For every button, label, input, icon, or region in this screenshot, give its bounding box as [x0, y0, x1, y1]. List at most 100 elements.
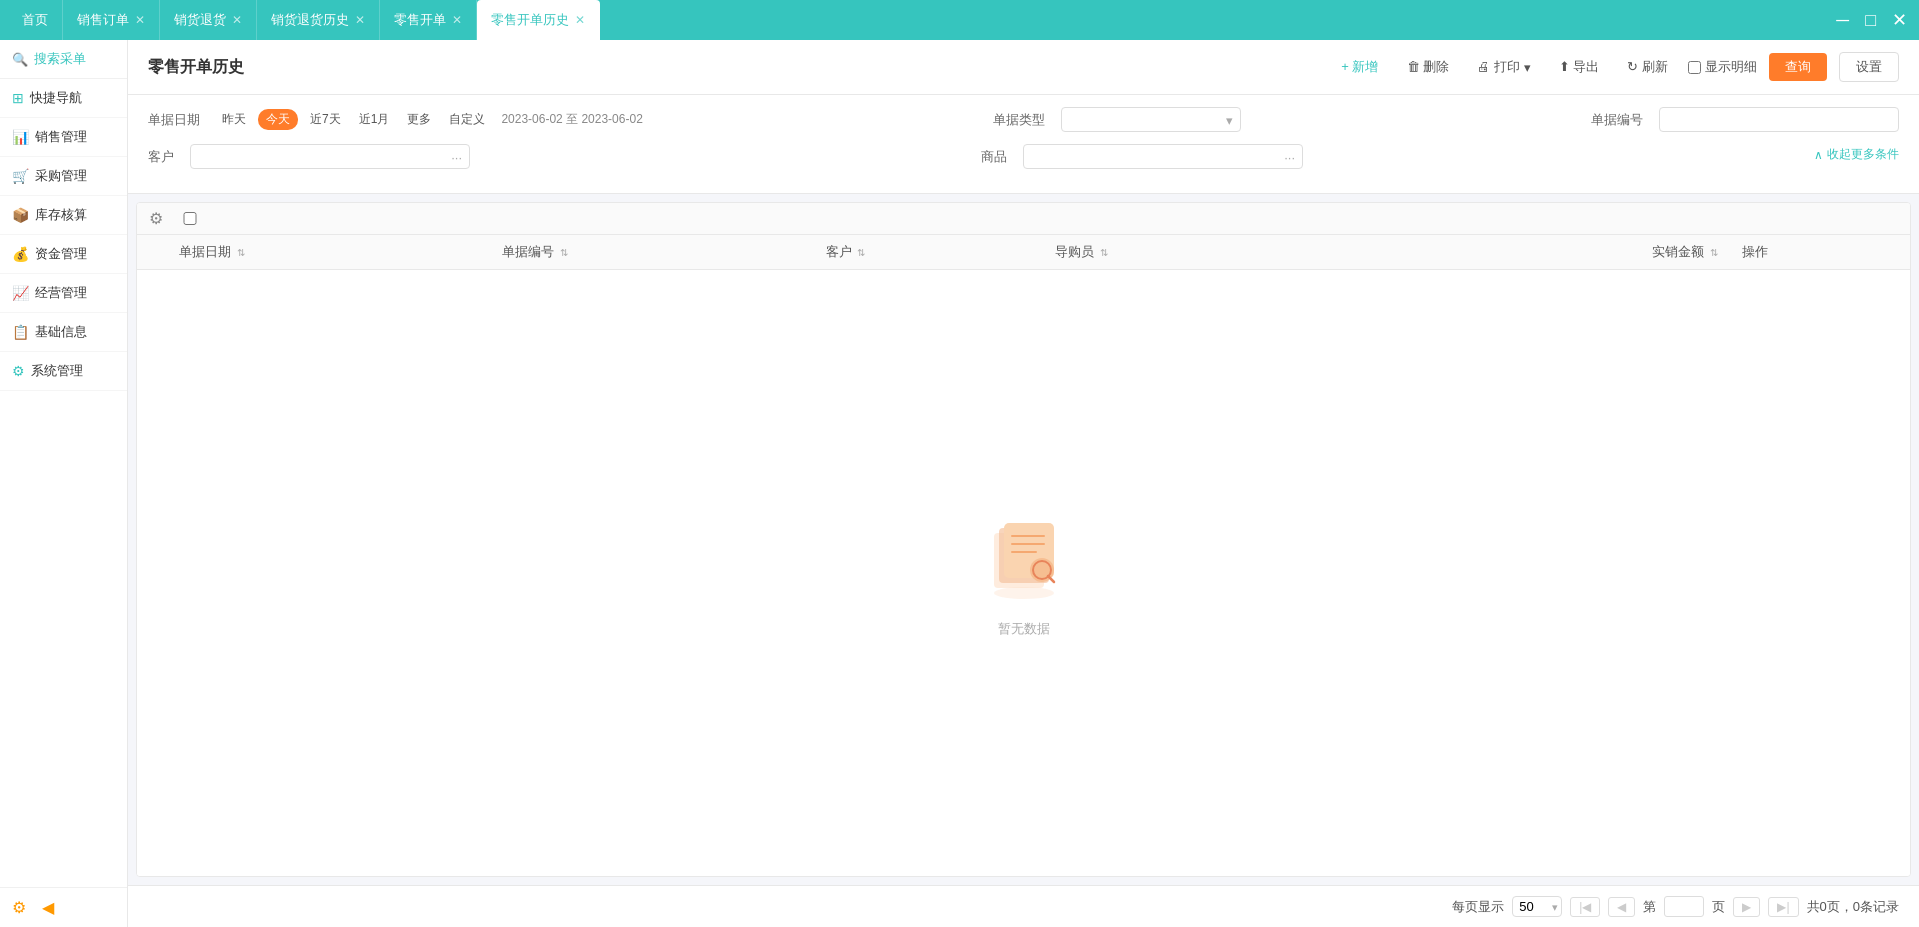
filter-area: 单据日期 昨天 今天 近7天 近1月 更多 自定义 2023-06-02 至 2… [128, 95, 1919, 194]
next-page-button[interactable]: ▶ [1733, 897, 1760, 917]
th-spacer [1320, 235, 1407, 270]
table-header: 单据日期 ⇅ 单据编号 ⇅ 客户 ⇅ [137, 235, 1910, 270]
date-option-last7[interactable]: 近7天 [304, 109, 347, 130]
page-unit: 页 [1712, 898, 1725, 916]
sort-guide-icon: ⇅ [1100, 247, 1108, 258]
window-controls: ─ □ ✕ [1832, 9, 1911, 31]
th-guide[interactable]: 导购员 ⇅ [1043, 235, 1319, 270]
close-tab-sales-return-history[interactable]: ✕ [355, 13, 365, 27]
date-option-more[interactable]: 更多 [401, 109, 437, 130]
content-area: 零售开单历史 + 新增 🗑 删除 🖨 打印 ▾ ⬆ 导出 [128, 40, 1919, 927]
sidebar-item-purchase-mgmt[interactable]: 🛒 采购管理 [0, 157, 127, 196]
data-table: 单据日期 ⇅ 单据编号 ⇅ 客户 ⇅ [137, 235, 1910, 270]
sidebar-item-quick-nav[interactable]: ⊞ 快捷导航 [0, 79, 127, 118]
sidebar-item-basic-info[interactable]: 📋 基础信息 [0, 313, 127, 352]
sidebar-bottom: ⚙ ◀ [0, 887, 127, 927]
th-date[interactable]: 单据日期 ⇅ [167, 235, 490, 270]
close-tab-sales-order[interactable]: ✕ [135, 13, 145, 27]
date-option-today[interactable]: 今天 [258, 109, 298, 130]
filter-row-2: 客户 ··· 商品 ··· ∧ 收起更多条件 [148, 142, 1899, 171]
sidebar-item-finance[interactable]: 💰 资金管理 [0, 235, 127, 274]
close-tab-sales-return[interactable]: ✕ [232, 13, 242, 27]
page-number-input[interactable]: 1 [1664, 896, 1704, 917]
goods-dots-icon[interactable]: ··· [1284, 149, 1295, 164]
collapse-bar[interactable]: ∧ 收起更多条件 [1814, 142, 1899, 171]
customer-label: 客户 [148, 148, 174, 166]
main-layout: 🔍 搜索采单 ⊞ 快捷导航 📊 销售管理 🛒 采购管理 📦 库存核算 💰 资金管… [0, 40, 1919, 927]
settings-bottom-icon[interactable]: ⚙ [12, 898, 26, 917]
purchase-mgmt-icon: 🛒 [12, 168, 29, 184]
date-label: 单据日期 [148, 111, 200, 129]
sidebar-item-inventory[interactable]: 📦 库存核算 [0, 196, 127, 235]
select-all-checkbox[interactable] [175, 212, 205, 225]
empty-text: 暂无数据 [998, 620, 1050, 638]
page-size-select[interactable]: 10 20 50 100 [1512, 896, 1562, 917]
date-range: 2023-06-02 至 2023-06-02 [501, 111, 642, 128]
refresh-button[interactable]: ↻ 刷新 [1619, 54, 1676, 80]
system-icon: ⚙ [12, 363, 25, 379]
th-customer[interactable]: 客户 ⇅ [814, 235, 1044, 270]
doc-type-select[interactable] [1061, 107, 1241, 132]
doc-no-input[interactable] [1659, 107, 1899, 132]
tab-sales-order[interactable]: 销售订单 ✕ [63, 0, 160, 40]
date-option-yesterday[interactable]: 昨天 [216, 109, 252, 130]
basic-info-icon: 📋 [12, 324, 29, 340]
goods-input[interactable] [1023, 144, 1303, 169]
display-detail-checkbox[interactable] [1688, 61, 1701, 74]
th-number[interactable]: 单据编号 ⇅ [490, 235, 813, 270]
chevron-up-icon: ∧ [1814, 148, 1823, 162]
date-option-last1m[interactable]: 近1月 [353, 109, 396, 130]
minimize-button[interactable]: ─ [1832, 10, 1853, 31]
table-toolbar: ⚙ [137, 203, 1910, 235]
doc-type-label: 单据类型 [993, 111, 1045, 129]
table-scroll-area: 单据日期 ⇅ 单据编号 ⇅ 客户 ⇅ [137, 235, 1910, 876]
sidebar-item-system[interactable]: ⚙ 系统管理 [0, 352, 127, 391]
tab-retail-open-history[interactable]: 零售开单历史 ✕ [477, 0, 600, 40]
tab-sales-return[interactable]: 销货退货 ✕ [160, 0, 257, 40]
quick-nav-icon: ⊞ [12, 90, 24, 106]
tab-retail-open[interactable]: 零售开单 ✕ [380, 0, 477, 40]
page-label: 第 [1643, 898, 1656, 916]
sort-number-icon: ⇅ [560, 247, 568, 258]
print-button[interactable]: 🖨 打印 ▾ [1469, 54, 1539, 80]
tab-home[interactable]: 首页 [8, 0, 63, 40]
toolbar: + 新增 🗑 删除 🖨 打印 ▾ ⬆ 导出 ↻ 刷新 [1333, 52, 1899, 82]
query-button[interactable]: 查询 [1769, 53, 1827, 81]
table-container: ⚙ 单据日期 ⇅ 单据编号 ⇅ [136, 202, 1911, 877]
sidebar-search[interactable]: 🔍 搜索采单 [0, 40, 127, 79]
per-page-label: 每页显示 [1452, 898, 1504, 916]
maximize-button[interactable]: □ [1861, 10, 1880, 31]
search-icon: 🔍 [12, 52, 28, 67]
goods-label: 商品 [981, 148, 1007, 166]
filter-row-1: 单据日期 昨天 今天 近7天 近1月 更多 自定义 2023-06-02 至 2… [148, 107, 1899, 132]
settings-button[interactable]: 设置 [1839, 52, 1899, 82]
page-size-wrap: 10 20 50 100 [1512, 896, 1562, 917]
delete-button[interactable]: 🗑 删除 [1399, 54, 1458, 80]
finance-icon: 💰 [12, 246, 29, 262]
export-button[interactable]: ⬆ 导出 [1551, 54, 1608, 80]
prev-page-button[interactable]: ◀ [1608, 897, 1635, 917]
total-info: 共0页，0条记录 [1807, 898, 1899, 916]
sidebar-item-sales-mgmt[interactable]: 📊 销售管理 [0, 118, 127, 157]
customer-dots-icon[interactable]: ··· [451, 149, 462, 164]
page-title-row: 零售开单历史 + 新增 🗑 删除 🖨 打印 ▾ ⬆ 导出 [148, 52, 1899, 82]
add-button[interactable]: + 新增 [1333, 54, 1386, 80]
customer-input[interactable] [190, 144, 470, 169]
doc-type-select-wrap [1061, 107, 1241, 132]
tab-sales-return-history[interactable]: 销货退货历史 ✕ [257, 0, 380, 40]
date-option-custom[interactable]: 自定义 [443, 109, 491, 130]
table-settings-icon[interactable]: ⚙ [149, 209, 163, 228]
display-detail-check[interactable]: 显示明细 [1688, 58, 1757, 76]
sidebar-item-operations[interactable]: 📈 经营管理 [0, 274, 127, 313]
close-tab-retail-open-history[interactable]: ✕ [575, 13, 585, 27]
sort-customer-icon: ⇅ [857, 247, 865, 258]
first-page-button[interactable]: |◀ [1570, 897, 1600, 917]
th-amount[interactable]: 实销金额 ⇅ [1406, 235, 1729, 270]
sort-date-icon: ⇅ [237, 247, 245, 258]
page-title: 零售开单历史 [148, 57, 244, 78]
sales-mgmt-icon: 📊 [12, 129, 29, 145]
collapse-sidebar-icon[interactable]: ◀ [42, 898, 54, 917]
last-page-button[interactable]: ▶| [1768, 897, 1798, 917]
close-tab-retail-open[interactable]: ✕ [452, 13, 462, 27]
close-button[interactable]: ✕ [1888, 9, 1911, 31]
